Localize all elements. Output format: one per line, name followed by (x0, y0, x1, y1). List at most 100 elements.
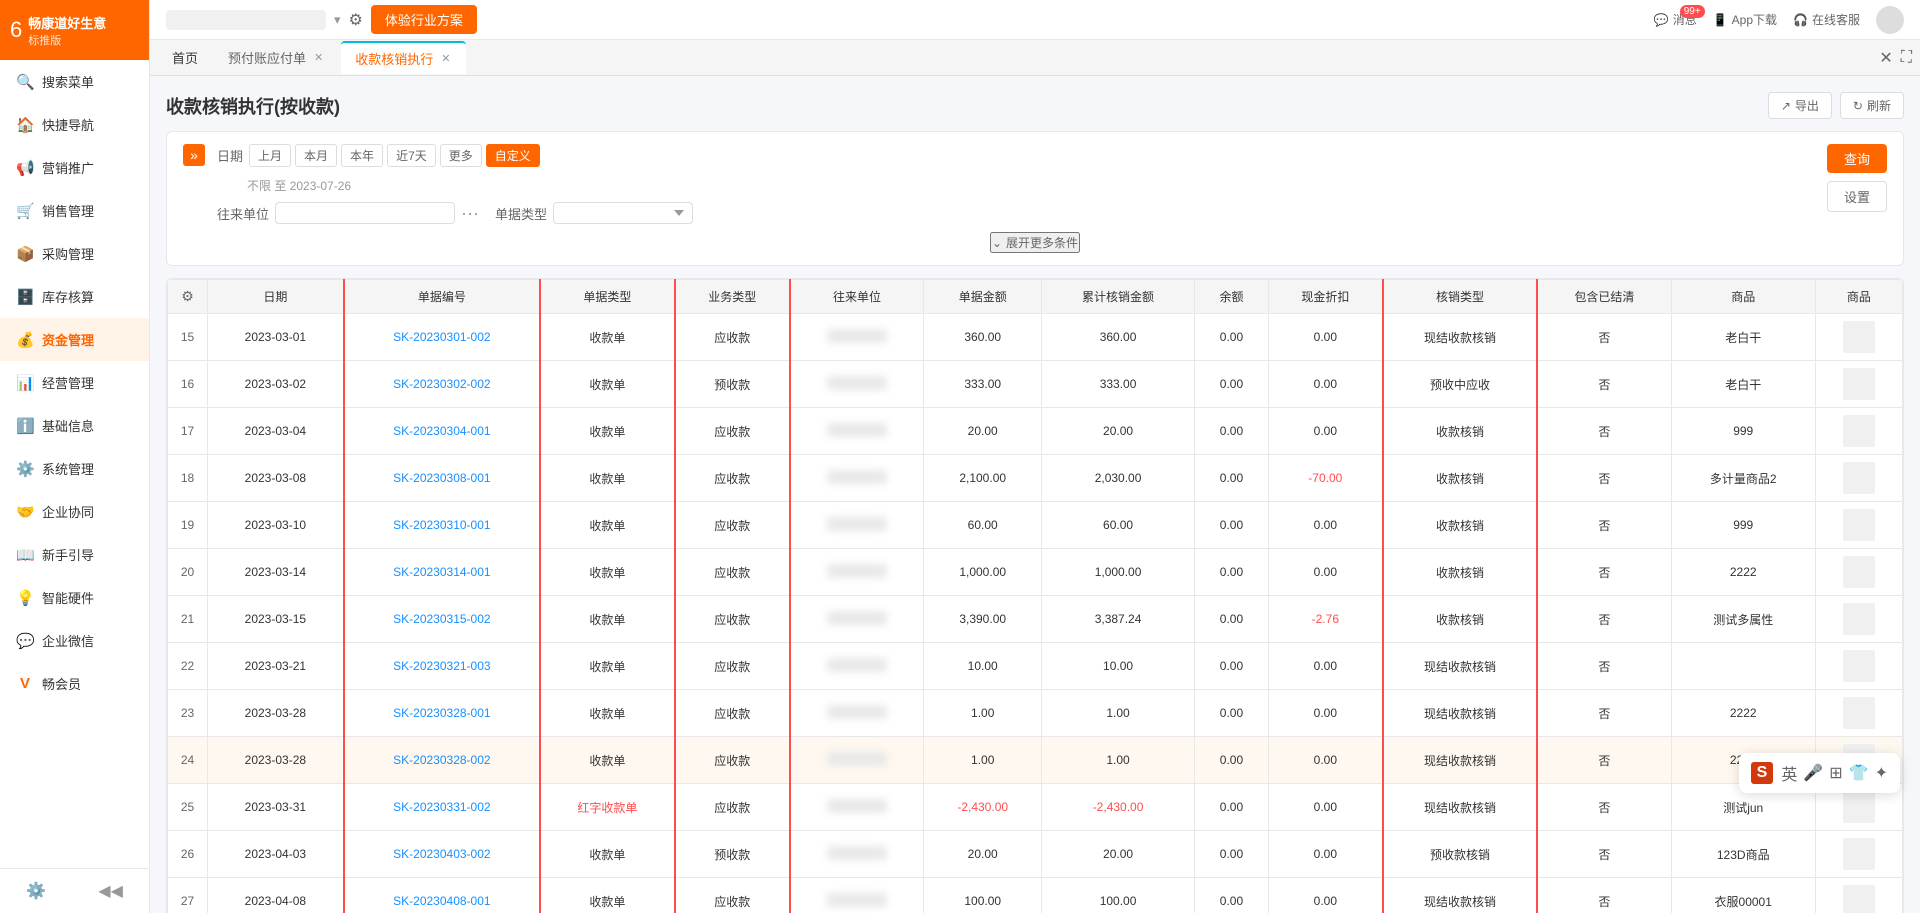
page-content: 收款核销执行(按收款) ↗ 导出 ↻ 刷新 » 日期 (150, 76, 1920, 913)
sidebar-item-system[interactable]: ⚙️ 系统管理 (0, 447, 149, 490)
cell-biz-type: 应收款 (675, 408, 790, 455)
date-btn-7days[interactable]: 近7天 (387, 144, 436, 167)
column-settings-icon[interactable]: ⚙ (181, 288, 194, 304)
bill-type-select[interactable] (553, 202, 693, 224)
date-btn-custom[interactable]: 自定义 (486, 144, 540, 167)
th-bill-no: 单据编号 (344, 280, 540, 314)
bill-no-link[interactable]: SK-20230314-001 (393, 565, 490, 579)
cell-bill-type: 收款单 (540, 408, 675, 455)
cell-cash-discount: 0.00 (1268, 690, 1382, 737)
sidebar-item-basic[interactable]: ℹ️ 基础信息 (0, 404, 149, 447)
tab-collection[interactable]: 收款核销执行 ✕ (341, 41, 466, 74)
cell-product: 老白干 (1671, 314, 1815, 361)
bill-no-link[interactable]: SK-20230308-001 (393, 471, 490, 485)
filter-bill-type-item: 单据类型 (495, 202, 693, 224)
sidebar-item-sales[interactable]: 🛒 销售管理 (0, 189, 149, 232)
sidebar-item-search[interactable]: 🔍 搜索菜单 (0, 60, 149, 103)
topbar-message[interactable]: 💬 消息 99+ (1654, 11, 1697, 28)
sidebar-item-quicknav[interactable]: 🏠 快捷导航 (0, 103, 149, 146)
th-settings[interactable]: ⚙ (168, 280, 208, 314)
cell-include-cleared: 否 (1537, 502, 1671, 549)
cell-counterpart (790, 690, 924, 737)
table-row: 22 2023-03-21 SK-20230321-003 收款单 应收款 10… (168, 643, 1903, 690)
cell-writeoff-type: 现结收款核销 (1383, 878, 1538, 913)
table-row: 27 2023-04-08 SK-20230408-001 收款单 应收款 10… (168, 878, 1903, 913)
brand-star-icon: ✦ (1875, 763, 1888, 783)
topbar-avatar[interactable] (1876, 6, 1904, 34)
sidebar-item-guide[interactable]: 📖 新手引导 (0, 533, 149, 576)
cell-writeoff-type: 收款核销 (1383, 408, 1538, 455)
sidebar-item-purchase[interactable]: 📦 采购管理 (0, 232, 149, 275)
bill-no-link[interactable]: SK-20230328-002 (393, 753, 490, 767)
query-button[interactable]: 查询 (1827, 144, 1887, 173)
topbar-search-input[interactable] (166, 10, 326, 30)
cell-balance: 0.00 (1194, 690, 1268, 737)
cell-date: 2023-03-01 (208, 314, 344, 361)
cell-bill-no: SK-20230308-001 (344, 455, 540, 502)
sidebar-item-member[interactable]: V 畅会员 (0, 662, 149, 705)
sidebar-item-finance[interactable]: 💰 资金管理 (0, 318, 149, 361)
date-btn-thismonth[interactable]: 本月 (295, 144, 337, 167)
topbar: ▾ ⚙ 体验行业方案 💬 消息 99+ 📱 App下载 🎧 在线客服 (150, 0, 1920, 40)
bill-no-link[interactable]: SK-20230328-001 (393, 706, 490, 720)
dropdown-arrow-icon[interactable]: ▾ (334, 12, 341, 28)
cell-bill-type: 收款单 (540, 361, 675, 408)
export-button[interactable]: ↗ 导出 (1768, 92, 1832, 119)
cell-accumulated: 2,030.00 (1042, 455, 1195, 502)
cell-counterpart (790, 549, 924, 596)
cell-biz-type: 应收款 (675, 737, 790, 784)
bill-no-link[interactable]: SK-20230304-001 (393, 424, 490, 438)
date-btn-thisyear[interactable]: 本年 (341, 144, 383, 167)
sidebar-logo: 6 畅康道好生意 标推版 (0, 0, 149, 60)
counterpart-input[interactable] (275, 202, 455, 224)
topbar-app-download[interactable]: 📱 App下载 (1713, 11, 1777, 28)
cell-no: 20 (168, 549, 208, 596)
tab-expand-icon[interactable]: ⛶ (1901, 49, 1912, 67)
sidebar-item-operation[interactable]: 📊 经营管理 (0, 361, 149, 404)
sidebar-item-marketing[interactable]: 📢 营销推广 (0, 146, 149, 189)
filter-settings-button[interactable]: 设置 (1827, 181, 1887, 212)
date-btn-lastmonth[interactable]: 上月 (249, 144, 291, 167)
date-btn-more[interactable]: 更多 (440, 144, 482, 167)
tab-collection-close[interactable]: ✕ (439, 51, 452, 66)
brand-watermark: S 英 🎤 ⊞ 👕 ✦ (1739, 753, 1900, 793)
cell-product: 123D商品 (1671, 831, 1815, 878)
cell-include-cleared: 否 (1537, 831, 1671, 878)
cell-amount: 333.00 (924, 361, 1042, 408)
bill-no-link[interactable]: SK-20230301-002 (393, 330, 490, 344)
settings-bottom-icon[interactable]: ⚙️ (22, 877, 50, 905)
solution-button[interactable]: 体验行业方案 (371, 5, 477, 34)
cell-counterpart (790, 455, 924, 502)
sidebar-item-inventory[interactable]: 🗄️ 库存核算 (0, 275, 149, 318)
sidebar-item-wechat[interactable]: 💬 企业微信 (0, 619, 149, 662)
tab-close-window-icon[interactable]: ✕ (1879, 48, 1892, 68)
bill-no-link[interactable]: SK-20230310-001 (393, 518, 490, 532)
brand-mic-icon: 🎤 (1803, 763, 1823, 783)
table-row: 17 2023-03-04 SK-20230304-001 收款单 应收款 20… (168, 408, 1903, 455)
bill-no-link[interactable]: SK-20230321-003 (393, 659, 490, 673)
tab-prepay[interactable]: 预付账应付单 ✕ (214, 42, 339, 73)
tab-prepay-close[interactable]: ✕ (312, 50, 325, 65)
filter-toggle-button[interactable]: » (183, 144, 205, 166)
topbar-gear-icon[interactable]: ⚙ (349, 10, 363, 30)
marketing-icon: 📢 (16, 159, 34, 177)
bill-no-link[interactable]: SK-20230331-002 (393, 800, 490, 814)
cell-cash-discount: 0.00 (1268, 831, 1382, 878)
sidebar-item-enterprise[interactable]: 🤝 企业协同 (0, 490, 149, 533)
topbar-online-service[interactable]: 🎧 在线客服 (1793, 11, 1860, 28)
tab-home[interactable]: 首页 (158, 42, 212, 73)
refresh-button[interactable]: ↻ 刷新 (1840, 92, 1904, 119)
bill-no-link[interactable]: SK-20230302-002 (393, 377, 490, 391)
cell-product2 (1815, 314, 1902, 361)
bill-no-link[interactable]: SK-20230408-001 (393, 894, 490, 908)
sidebar-item-hardware[interactable]: 💡 智能硬件 (0, 576, 149, 619)
cell-bill-type: 收款单 (540, 314, 675, 361)
expand-more-button[interactable]: ⌄ 展开更多条件 (990, 232, 1080, 253)
cell-date: 2023-03-14 (208, 549, 344, 596)
cell-product2 (1815, 408, 1902, 455)
collapse-icon[interactable]: ◀◀ (94, 877, 127, 905)
bill-no-link[interactable]: SK-20230403-002 (393, 847, 490, 861)
page-title: 收款核销执行(按收款) (166, 93, 340, 119)
ellipsis-icon[interactable]: ··· (461, 203, 479, 224)
bill-no-link[interactable]: SK-20230315-002 (393, 612, 490, 626)
